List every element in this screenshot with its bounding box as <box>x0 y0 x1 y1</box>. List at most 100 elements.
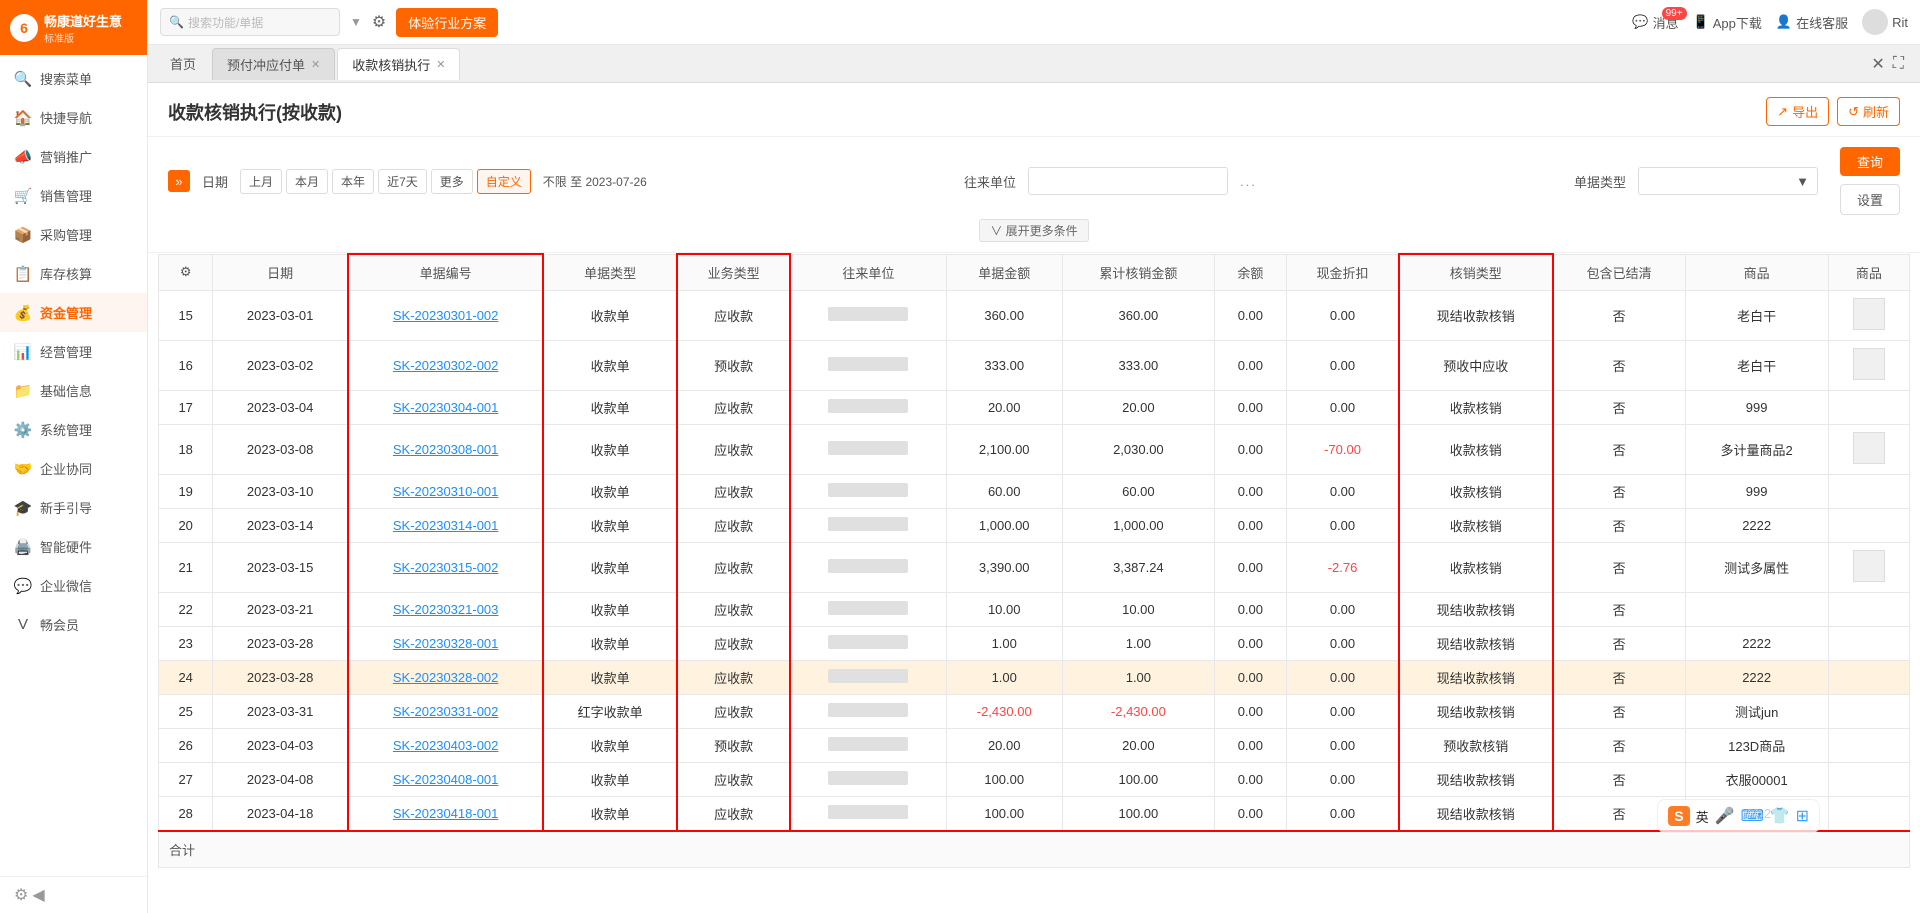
sidebar-item-newbie[interactable]: 🎓新手引导 <box>0 488 147 527</box>
topbar-search-box[interactable]: 🔍 搜索功能/单据 <box>160 8 340 36</box>
sidebar-item-search-menu[interactable]: 🔍搜索菜单 <box>0 59 147 98</box>
sidebar-collapse-icon[interactable]: ◀ <box>32 885 44 905</box>
doc-no-link[interactable]: SK-20230328-001 <box>393 636 499 651</box>
tab-home[interactable]: 首页 <box>156 48 210 79</box>
tab-close-prepay[interactable]: ✕ <box>311 58 320 71</box>
row-include-settled: 否 <box>1553 341 1686 391</box>
row-doc-no[interactable]: SK-20230302-002 <box>348 341 544 391</box>
settings-btn[interactable]: 设置 <box>1840 184 1900 215</box>
trial-btn[interactable]: 体验行业方案 <box>396 8 498 37</box>
sidebar-label-member: 畅会员 <box>40 615 79 634</box>
row-balance: 0.00 <box>1214 543 1286 593</box>
row-doc-no[interactable]: SK-20230310-001 <box>348 475 544 509</box>
sidebar-item-corp-collab[interactable]: 🤝企业协同 <box>0 449 147 488</box>
doc-no-link[interactable]: SK-20230304-001 <box>393 400 499 415</box>
row-doc-no[interactable]: SK-20230315-002 <box>348 543 544 593</box>
row-doc-no[interactable]: SK-20230314-001 <box>348 509 544 543</box>
sidebar-item-smart-hw[interactable]: 🖨️智能硬件 <box>0 527 147 566</box>
export-btn[interactable]: ↗ 导出 <box>1766 97 1829 126</box>
row-doc-no[interactable]: SK-20230418-001 <box>348 797 544 832</box>
doc-no-link[interactable]: SK-20230403-002 <box>393 738 499 753</box>
filter-area: » 日期 上月 本月 本年 近7天 更多 自定义 不限 至 2023-07-26… <box>148 137 1920 253</box>
sidebar-item-quick-nav[interactable]: 🏠快捷导航 <box>0 98 147 137</box>
date-this-year-btn[interactable]: 本年 <box>332 169 374 194</box>
doc-no-link[interactable]: SK-20230302-002 <box>393 358 499 373</box>
row-biz-type: 应收款 <box>677 391 791 425</box>
tab-fullscreen-icon[interactable]: ⛶ <box>1893 55 1904 73</box>
tab-close-all-icon[interactable]: ✕ <box>1871 54 1884 74</box>
row-settings: 27 <box>159 763 213 797</box>
date-more-btn[interactable]: 更多 <box>431 169 473 194</box>
filter-expand-icon[interactable]: » <box>168 170 190 192</box>
doc-no-link[interactable]: SK-20230310-001 <box>393 484 499 499</box>
tab-label-receipt-exec: 收款核销执行 <box>352 55 430 74</box>
row-balance: 0.00 <box>1214 729 1286 763</box>
partner-label: 往来单位 <box>964 172 1016 191</box>
partner-input[interactable] <box>1028 167 1228 195</box>
row-doc-no[interactable]: SK-20230301-002 <box>348 291 544 341</box>
date-7days-btn[interactable]: 近7天 <box>378 169 427 194</box>
tab-receipt-exec[interactable]: 收款核销执行 ✕ <box>337 48 460 80</box>
row-product: 老白干 <box>1685 291 1828 341</box>
expand-more-btn[interactable]: ∨ 展开更多条件 <box>979 219 1088 242</box>
doc-no-link[interactable]: SK-20230408-001 <box>393 772 499 787</box>
row-cum-cancel: 20.00 <box>1062 391 1214 425</box>
row-date: 2023-03-04 <box>213 391 348 425</box>
sidebar-settings-icon[interactable]: ⚙ <box>14 885 28 905</box>
row-product-img <box>1828 627 1909 661</box>
sidebar-item-sales-mgmt[interactable]: 🛒销售管理 <box>0 176 147 215</box>
row-doc-no[interactable]: SK-20230308-001 <box>348 425 544 475</box>
row-doc-no[interactable]: SK-20230403-002 <box>348 729 544 763</box>
row-doc-no[interactable]: SK-20230331-002 <box>348 695 544 729</box>
row-settings: 18 <box>159 425 213 475</box>
sidebar-icon-corp-wechat: 💬 <box>14 577 32 595</box>
tab-prepay[interactable]: 预付冲应付单✕ <box>212 48 335 80</box>
query-btn[interactable]: 查询 <box>1840 147 1900 176</box>
date-this-month-btn[interactable]: 本月 <box>286 169 328 194</box>
sidebar-item-fund-mgmt[interactable]: 💰资金管理 <box>0 293 147 332</box>
notification-btn[interactable]: 💬 消息 99+ <box>1632 13 1678 32</box>
col-header-doc_type: 单据类型 <box>543 254 676 291</box>
doc-type-select[interactable]: ▼ <box>1638 167 1818 195</box>
sidebar-item-purchase-mgmt[interactable]: 📦采购管理 <box>0 215 147 254</box>
expand-icon: ∨ <box>990 224 1002 238</box>
sidebar-item-corp-wechat[interactable]: 💬企业微信 <box>0 566 147 605</box>
sidebar-item-ops-mgmt[interactable]: 📊经营管理 <box>0 332 147 371</box>
sidebar-item-inventory[interactable]: 📋库存核算 <box>0 254 147 293</box>
doc-no-link[interactable]: SK-20230315-002 <box>393 560 499 575</box>
row-doc-no[interactable]: SK-20230328-001 <box>348 627 544 661</box>
row-amount: 2,100.00 <box>946 425 1062 475</box>
dropdown-arrow-icon[interactable]: ▼ <box>350 15 362 29</box>
online-service-btn[interactable]: 👤 在线客服 <box>1776 13 1848 32</box>
sidebar-icon-purchase-mgmt: 📦 <box>14 226 32 244</box>
doc-no-link[interactable]: SK-20230321-003 <box>393 602 499 617</box>
doc-no-link[interactable]: SK-20230314-001 <box>393 518 499 533</box>
sidebar-item-basic-info[interactable]: 📁基础信息 <box>0 371 147 410</box>
sidebar-item-marketing[interactable]: 📣营销推广 <box>0 137 147 176</box>
date-custom-btn[interactable]: 自定义 <box>477 169 531 194</box>
doc-no-link[interactable]: SK-20230331-002 <box>393 704 499 719</box>
app-download-btn[interactable]: 📱 App下载 <box>1693 13 1762 32</box>
doc-no-link[interactable]: SK-20230308-001 <box>393 442 499 457</box>
tab-close-receipt-exec[interactable]: ✕ <box>436 58 445 71</box>
doc-no-link[interactable]: SK-20230328-002 <box>393 670 499 685</box>
row-settings: 23 <box>159 627 213 661</box>
sidebar-item-member[interactable]: V畅会员 <box>0 605 147 644</box>
row-doc-no[interactable]: SK-20230328-002 <box>348 661 544 695</box>
row-product: 2222 <box>1685 627 1828 661</box>
doc-no-link[interactable]: SK-20230418-001 <box>393 806 499 821</box>
user-profile[interactable]: Rit <box>1862 9 1908 35</box>
row-include-settled: 否 <box>1553 729 1686 763</box>
date-last-month-btn[interactable]: 上月 <box>240 169 282 194</box>
row-doc-no[interactable]: SK-20230304-001 <box>348 391 544 425</box>
doc-no-link[interactable]: SK-20230301-002 <box>393 308 499 323</box>
refresh-btn[interactable]: ↺ 刷新 <box>1837 97 1900 126</box>
row-doc-no[interactable]: SK-20230408-001 <box>348 763 544 797</box>
sidebar-item-sys-mgmt[interactable]: ⚙️系统管理 <box>0 410 147 449</box>
row-date: 2023-03-08 <box>213 425 348 475</box>
col-header-settings[interactable]: ⚙ <box>159 254 213 291</box>
topbar-gear-icon[interactable]: ⚙ <box>372 12 386 32</box>
row-doc-no[interactable]: SK-20230321-003 <box>348 593 544 627</box>
table-footer: 合计 <box>158 832 1910 868</box>
row-include-settled: 否 <box>1553 509 1686 543</box>
